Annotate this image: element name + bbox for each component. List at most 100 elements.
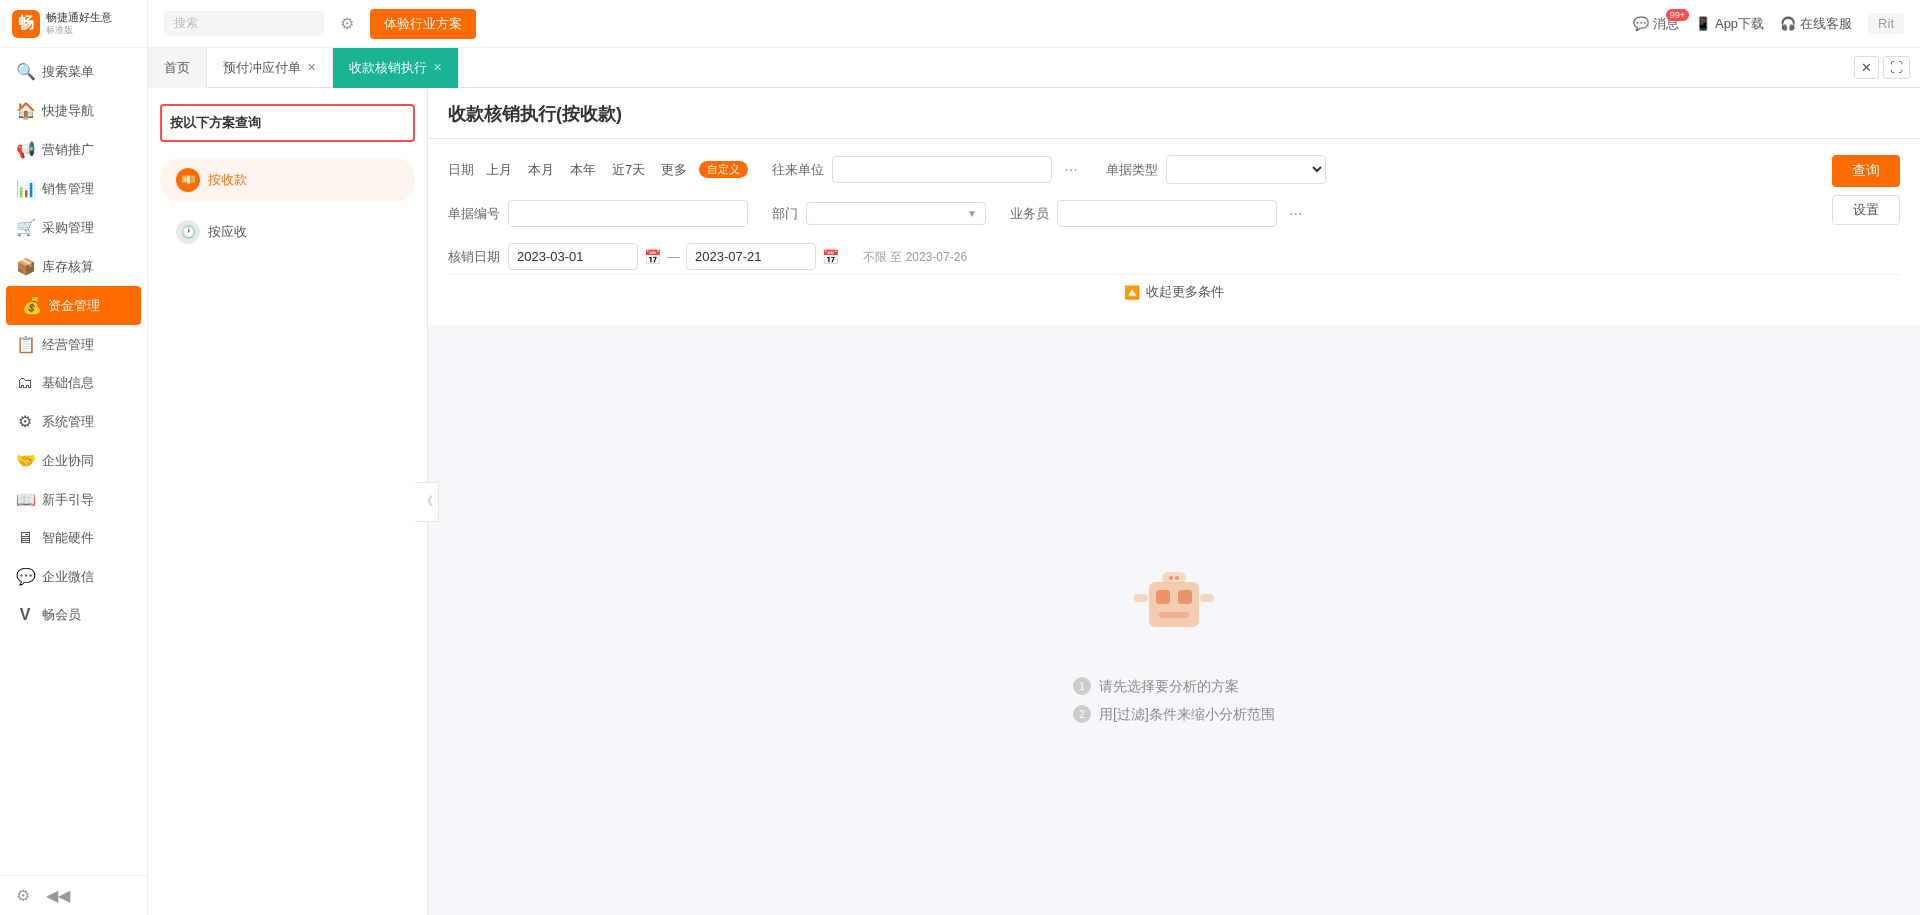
- svg-rect-4: [1134, 594, 1148, 602]
- sidebar-item-search[interactable]: 🔍 搜索菜单: [0, 52, 147, 91]
- sidebar-item-operations[interactable]: 📋 经营管理: [0, 325, 147, 364]
- counterparty-more-btn[interactable]: ···: [1060, 161, 1081, 179]
- sidebar-label-marketing: 营销推广: [42, 141, 94, 159]
- filter-item-receivable[interactable]: 🕐 按应收: [160, 210, 415, 254]
- app-label: App下载: [1715, 15, 1764, 33]
- filter-label-receivable: 按应收: [208, 223, 247, 241]
- docno-group: 单据编号: [448, 200, 748, 227]
- app-download-button[interactable]: 📱 App下载: [1695, 15, 1764, 33]
- sidebar-label-search: 搜索菜单: [42, 63, 94, 81]
- counterparty-group: 往来单位 ···: [772, 156, 1081, 183]
- tab-collection-close[interactable]: ✕: [433, 61, 442, 74]
- dept-select[interactable]: ▼: [806, 202, 986, 225]
- staff-input[interactable]: [1057, 200, 1277, 227]
- vip-icon: V: [16, 606, 34, 624]
- settings-bottom-icon[interactable]: ⚙: [16, 886, 30, 905]
- empty-tips: 1 请先选择要分析的方案 2 用[过滤]条件来缩小分析范围: [1073, 672, 1275, 728]
- sidebar-item-guide[interactable]: 📖 新手引导: [0, 480, 147, 519]
- date-this-month[interactable]: 本月: [524, 159, 558, 181]
- verify-date-end-icon[interactable]: 📅: [822, 249, 839, 265]
- sidebar-label-wechat: 企业微信: [42, 568, 94, 586]
- service-label: 在线客服: [1800, 15, 1852, 33]
- verify-date-start[interactable]: 2023-03-01: [508, 243, 638, 270]
- tip-num-1: 1: [1073, 677, 1091, 695]
- sidebar-label-inventory: 库存核算: [42, 258, 94, 276]
- empty-illustration: [1124, 552, 1224, 652]
- sidebar-item-purchase[interactable]: 🛒 采购管理: [0, 208, 147, 247]
- topbar-gear-icon[interactable]: ⚙: [340, 14, 354, 33]
- verify-date-end[interactable]: 2023-07-21: [686, 243, 816, 270]
- tab-prepay[interactable]: 预付冲应付单 ✕: [207, 48, 333, 88]
- date-last-month[interactable]: 上月: [482, 159, 516, 181]
- docno-input[interactable]: [508, 200, 748, 227]
- verify-date-start-icon[interactable]: 📅: [644, 249, 661, 265]
- sidebar-item-system[interactable]: ⚙ 系统管理: [0, 402, 147, 441]
- query-actions: 查询 设置: [1832, 155, 1900, 225]
- sidebar-item-wechat[interactable]: 💬 企业微信: [0, 557, 147, 596]
- sidebar-label-vip: 畅会员: [42, 606, 81, 624]
- sidebar-label-operations: 经营管理: [42, 336, 94, 354]
- filter-item-collection[interactable]: 💴 按收款: [160, 158, 415, 202]
- staff-more-btn[interactable]: ···: [1285, 205, 1306, 223]
- collapse-more-btn[interactable]: 🔼 收起更多条件: [448, 274, 1900, 309]
- basic-icon: 🗂: [16, 374, 34, 392]
- date-shortcuts: 上月 本月 本年 近7天 更多 自定义: [482, 159, 748, 181]
- sidebar-item-collab[interactable]: 🤝 企业协同: [0, 441, 147, 480]
- sidebar-item-basic[interactable]: 🗂 基础信息: [0, 364, 147, 402]
- sidebar-label-guide: 新手引导: [42, 491, 94, 509]
- message-button[interactable]: 💬 消息 99+: [1633, 15, 1679, 33]
- topbar-search: 搜索: [164, 11, 324, 36]
- close-tab-button[interactable]: ✕: [1854, 56, 1879, 79]
- sidebar-label-finance: 资金管理: [48, 297, 100, 315]
- page-title: 收款核销执行(按收款): [448, 102, 1900, 126]
- service-button[interactable]: 🎧 在线客服: [1780, 15, 1852, 33]
- sidebar-item-quicknav[interactable]: 🏠 快捷导航: [0, 91, 147, 130]
- tab-home[interactable]: 首页: [148, 48, 207, 88]
- collab-icon: 🤝: [16, 451, 34, 470]
- tab-collection[interactable]: 收款核销执行 ✕: [333, 48, 459, 88]
- sidebar-item-finance[interactable]: 💰 资金管理: [6, 286, 141, 325]
- guide-icon: 📖: [16, 490, 34, 509]
- sidebar-item-sales[interactable]: 📊 销售管理: [0, 169, 147, 208]
- sidebar-item-vip[interactable]: V 畅会员: [0, 596, 147, 634]
- settings-button[interactable]: 设置: [1832, 195, 1900, 225]
- headset-icon: 🎧: [1780, 16, 1796, 31]
- sidebar-item-hardware[interactable]: 🖥 智能硬件: [0, 519, 147, 557]
- sales-icon: 📊: [16, 179, 34, 198]
- verify-date-group: 核销日期 2023-03-01 📅 — 2023-07-21 📅: [448, 243, 839, 270]
- tab-home-label: 首页: [164, 59, 190, 77]
- empty-state: 1 请先选择要分析的方案 2 用[过滤]条件来缩小分析范围: [428, 325, 1920, 915]
- finance-icon: 💰: [22, 296, 40, 315]
- receivable-filter-icon: 🕐: [176, 220, 200, 244]
- doc-type-group: 单据类型: [1106, 155, 1326, 184]
- user-label[interactable]: Rit: [1868, 13, 1904, 34]
- date-more[interactable]: 更多: [657, 159, 691, 181]
- sidebar-item-marketing[interactable]: 📢 营销推广: [0, 130, 147, 169]
- mobile-icon: 📱: [1695, 16, 1711, 31]
- solution-button[interactable]: 体验行业方案: [370, 9, 476, 39]
- date-group: 日期 上月 本月 本年 近7天 更多 自定义: [448, 159, 748, 181]
- logo-icon: 畅: [12, 10, 40, 38]
- tab-prepay-close[interactable]: ✕: [307, 61, 316, 74]
- fullscreen-button[interactable]: ⛶: [1883, 56, 1910, 79]
- sidebar-label-basic: 基础信息: [42, 374, 94, 392]
- date-7days[interactable]: 近7天: [608, 159, 649, 181]
- filter-collapse-btn[interactable]: 《: [415, 482, 439, 522]
- query-button[interactable]: 查询: [1832, 155, 1900, 187]
- sidebar-label-collab: 企业协同: [42, 452, 94, 470]
- sidebar-menu: 🔍 搜索菜单 🏠 快捷导航 📢 营销推广 📊 销售管理 🛒 采购管理 📦 库存核…: [0, 48, 147, 875]
- counterparty-input[interactable]: [832, 156, 1052, 183]
- sidebar-item-inventory[interactable]: 📦 库存核算: [0, 247, 147, 286]
- topbar-right: 💬 消息 99+ 📱 App下载 🎧 在线客服 Rit: [1633, 13, 1904, 34]
- main-area: 搜索 ⚙ 体验行业方案 💬 消息 99+ 📱 App下载 🎧 在线客服 Rit …: [148, 0, 1920, 915]
- dept-arrow-icon: ▼: [967, 208, 977, 219]
- message-icon: 💬: [1633, 16, 1649, 31]
- doc-type-select[interactable]: [1166, 155, 1326, 184]
- doc-type-label: 单据类型: [1106, 161, 1158, 179]
- date-this-year[interactable]: 本年: [566, 159, 600, 181]
- filter-label-collection: 按收款: [208, 171, 247, 189]
- date-label: 日期: [448, 161, 474, 179]
- verify-date-dash: —: [667, 249, 680, 264]
- collapse-sidebar-icon[interactable]: ◀◀: [46, 886, 70, 905]
- search-icon: 🔍: [16, 62, 34, 81]
